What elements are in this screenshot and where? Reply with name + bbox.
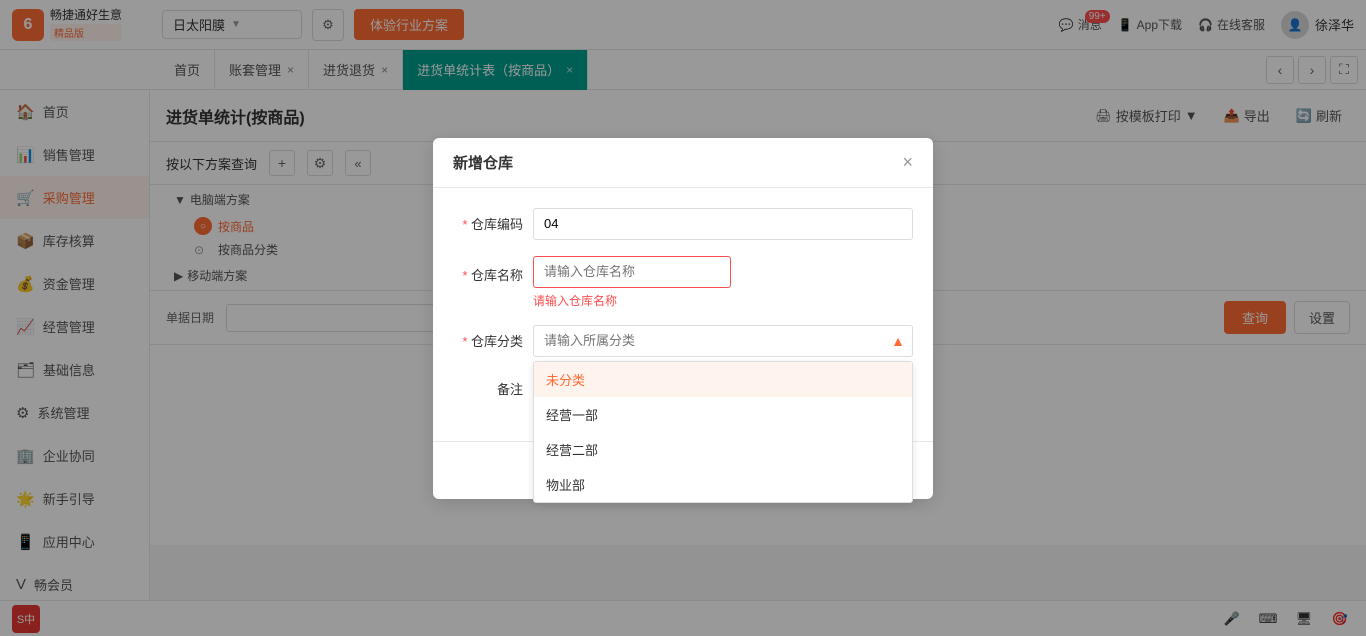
category-dropdown: 未分类 经营一部 经营二部 物业部 — [533, 361, 913, 503]
name-label: 仓库名称 — [453, 259, 523, 284]
notes-label: 备注 — [453, 373, 523, 398]
new-warehouse-modal: 新增仓库 × 仓库编码 仓库名称 请输入仓库名称 仓库分类 — [433, 138, 933, 499]
category-field-row: 仓库分类 ▲ 未分类 经营一部 经营二部 物业部 — [453, 325, 913, 357]
modal-title: 新增仓库 — [453, 152, 513, 173]
name-field-row: 仓库名称 请输入仓库名称 — [453, 256, 913, 309]
name-error-msg: 请输入仓库名称 — [533, 294, 617, 308]
category-selector: ▲ 未分类 经营一部 经营二部 物业部 — [533, 325, 913, 357]
dropdown-item-2[interactable]: 经营二部 — [534, 432, 912, 467]
modal-header: 新增仓库 × — [433, 138, 933, 188]
modal-close-button[interactable]: × — [902, 152, 913, 173]
dropdown-item-0[interactable]: 未分类 — [534, 362, 912, 397]
dropdown-item-3[interactable]: 物业部 — [534, 467, 912, 502]
code-label: 仓库编码 — [453, 208, 523, 233]
modal-overlay: 新增仓库 × 仓库编码 仓库名称 请输入仓库名称 仓库分类 — [0, 0, 1366, 636]
category-label: 仓库分类 — [453, 325, 523, 350]
modal-body: 仓库编码 仓库名称 请输入仓库名称 仓库分类 ▲ — [433, 188, 933, 441]
code-field-row: 仓库编码 — [453, 208, 913, 240]
chevron-up-icon[interactable]: ▲ — [891, 333, 905, 349]
name-input[interactable] — [533, 256, 731, 288]
dropdown-item-1[interactable]: 经营一部 — [534, 397, 912, 432]
code-input[interactable] — [533, 208, 913, 240]
category-input[interactable] — [533, 325, 913, 357]
